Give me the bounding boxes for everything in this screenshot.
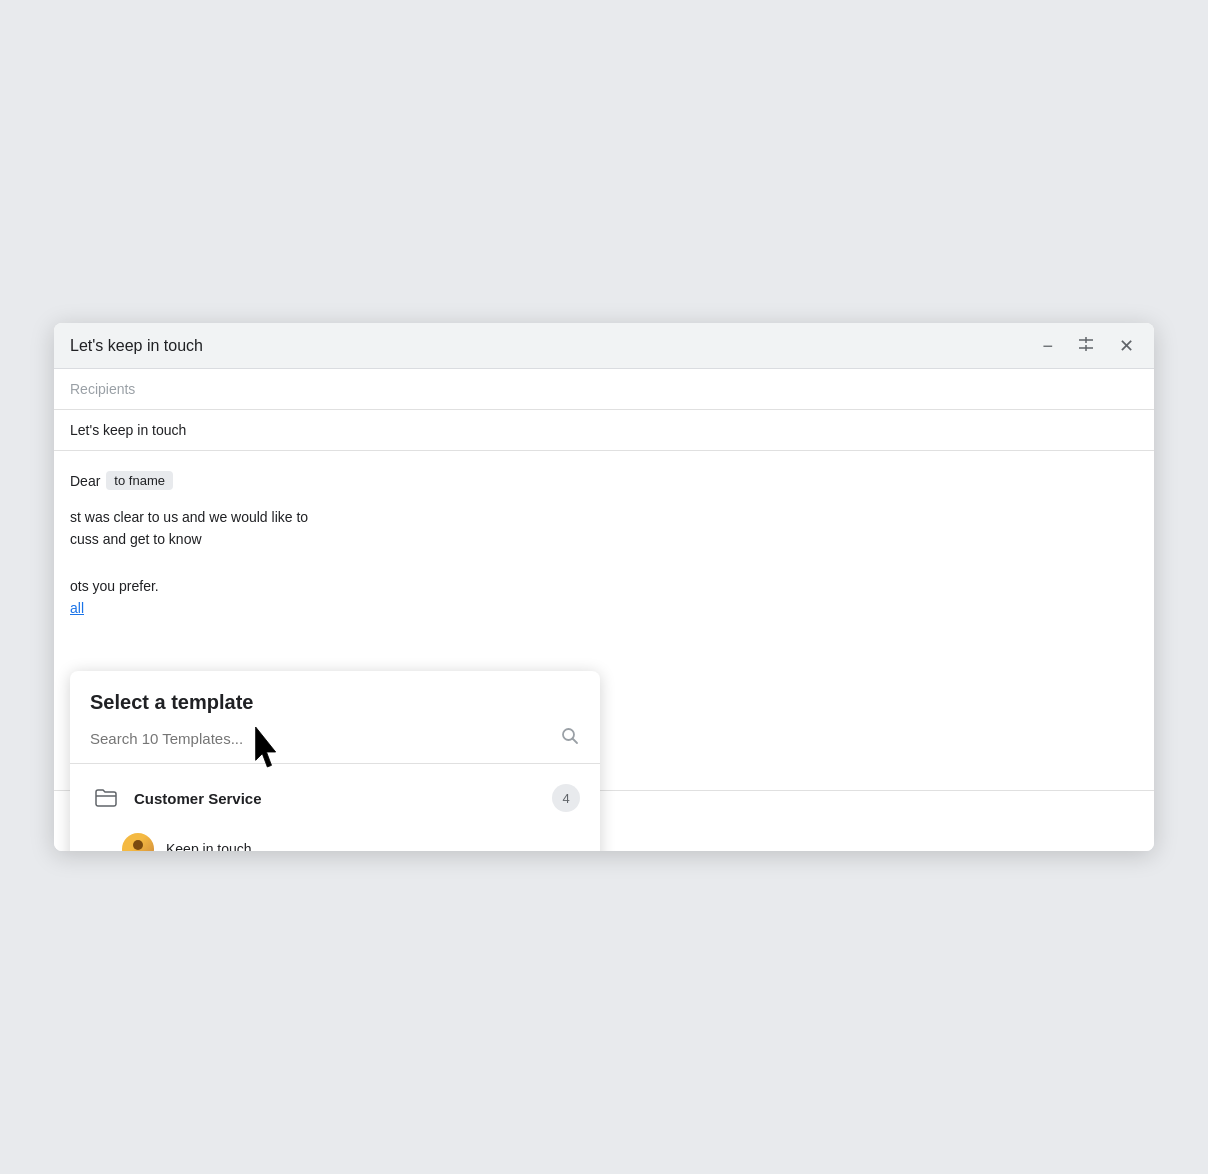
template-search-row <box>70 726 600 764</box>
template-search-input[interactable] <box>90 730 552 747</box>
template-panel-title: Select a template <box>70 671 600 726</box>
close-button[interactable]: ✕ <box>1115 335 1138 357</box>
template-list: Customer Service 4 Keep in touch ✏️ <box>70 764 600 851</box>
window-title: Let's keep in touch <box>70 337 203 355</box>
recipients-placeholder: Recipients <box>70 381 135 397</box>
body-link[interactable]: all <box>70 600 84 616</box>
template-dropdown: Select a template <box>70 671 600 851</box>
dear-line: Dear to fname <box>70 471 1138 490</box>
folder-customer-service-count: 4 <box>552 784 580 812</box>
window-controls: − ✕ <box>1038 333 1138 358</box>
subject-text: Let's keep in touch <box>70 422 186 438</box>
svg-point-6 <box>133 840 143 850</box>
body-text-1: st was clear to us and we would like to … <box>70 506 1138 551</box>
title-bar: Let's keep in touch − ✕ <box>54 323 1154 369</box>
search-icon <box>560 726 580 751</box>
email-compose-window: Let's keep in touch − ✕ Recipients Let's… <box>54 323 1154 851</box>
svg-line-5 <box>573 739 578 744</box>
fname-tag: to fname <box>106 471 173 490</box>
subject-field[interactable]: Let's keep in touch <box>54 410 1154 451</box>
recipients-field[interactable]: Recipients <box>54 369 1154 410</box>
template-keep-in-touch[interactable]: Keep in touch ✏️ <box>70 824 600 851</box>
folder-open-icon <box>90 782 122 814</box>
folder-customer-service[interactable]: Customer Service 4 <box>70 772 600 824</box>
avatar-keep-in-touch <box>122 833 154 851</box>
template-keep-in-touch-label: Keep in touch <box>166 841 548 851</box>
body-text-2: ots you prefer. all <box>70 575 1138 620</box>
expand-button[interactable] <box>1073 333 1099 358</box>
folder-customer-service-label: Customer Service <box>134 790 540 807</box>
minimize-button[interactable]: − <box>1038 335 1057 357</box>
dear-label: Dear <box>70 473 100 489</box>
